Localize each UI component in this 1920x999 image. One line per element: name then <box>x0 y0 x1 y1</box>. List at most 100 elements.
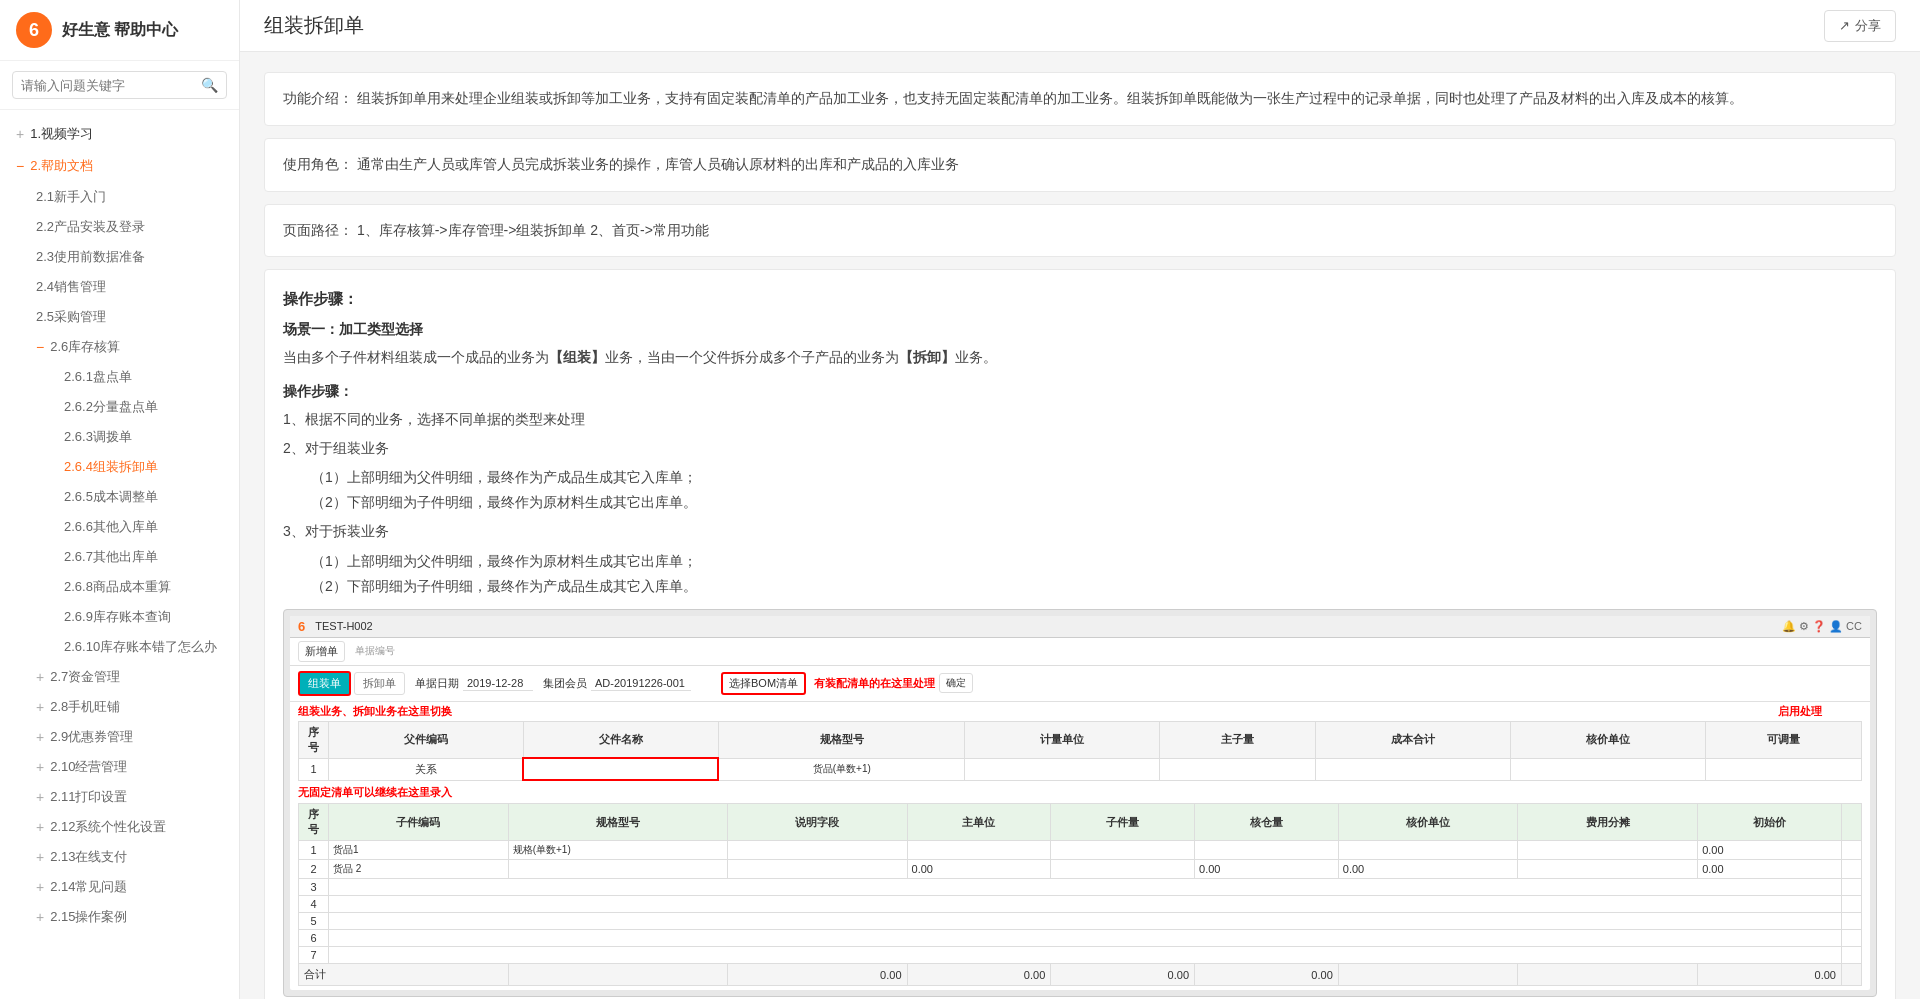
sub-cell-action[interactable] <box>1842 896 1862 913</box>
sidebar-item-splitcount[interactable]: 2.6.2分量盘点单 <box>56 392 239 422</box>
mock-ref-value[interactable]: AD-20191226-001 <box>591 676 691 691</box>
mock-nav-label: TEST-H002 <box>315 620 372 632</box>
sidebar-item-costadj[interactable]: 2.6.5成本调整单 <box>56 482 239 512</box>
sidebar-item-stockerror[interactable]: 2.6.10库存账本错了怎么办 <box>56 632 239 662</box>
mock-tab-docno[interactable]: 单据编号 <box>349 642 401 660</box>
sub-cell-action[interactable] <box>1842 879 1862 896</box>
sidebar-item-coupon[interactable]: + 2.9优惠券管理 <box>28 722 239 752</box>
cell-qty <box>1160 758 1316 780</box>
mock-type-btn-assembly[interactable]: 组装单 <box>298 671 351 696</box>
mock-date-value[interactable]: 2019-12-28 <box>463 676 533 691</box>
step3: 3、对于拆装业务 <box>283 519 1877 544</box>
sub-cell-action[interactable] <box>1842 947 1862 964</box>
sidebar-item-label: 2.6.4组装拆卸单 <box>64 458 158 476</box>
col-price-unit: 核价单位 <box>1511 721 1706 758</box>
table-row: 7 <box>299 947 1862 964</box>
sidebar-item-costcalc[interactable]: 2.6.8商品成本重算 <box>56 572 239 602</box>
sidebar-item-onlinepay[interactable]: + 2.13在线支付 <box>28 842 239 872</box>
col-spec: 规格型号 <box>718 721 965 758</box>
sidebar-item-data[interactable]: 2.3使用前数据准备 <box>28 242 239 272</box>
sidebar-item-label: 2.6.8商品成本重算 <box>64 578 171 596</box>
logo-icon: 6 <box>16 12 52 48</box>
footer-v8: 0.00 <box>1698 964 1842 986</box>
screenshot-inner: 6 TEST-H002 🔔 ⚙ ❓ 👤 CC 新增单 单据编号 <box>290 616 1870 991</box>
cell-avail <box>1705 758 1861 780</box>
logo-area: 6 好生意 帮助中心 <box>0 0 239 61</box>
sidebar-item-beginner[interactable]: 2.1新手入门 <box>28 182 239 212</box>
sub-col-action <box>1842 804 1862 841</box>
mock-lower-table-container: 无固定清单可以继续在这里录入 序号 子件编码 规格型号 说明字段 主单位 子件量 <box>298 785 1862 986</box>
sub-cell-alloc <box>1518 860 1698 879</box>
sub-cell-store <box>1195 841 1339 860</box>
mock-lower-table-header-row: 序号 子件编码 规格型号 说明字段 主单位 子件量 核仓量 核价单位 费用分摊 <box>299 804 1862 841</box>
search-box[interactable]: 🔍 <box>12 71 227 99</box>
sidebar-item-label: 2.6.2分量盘点单 <box>64 398 158 416</box>
mock-ref-field: 集团会员 AD-20191226-001 <box>543 676 691 691</box>
sidebar-item-help[interactable]: − 2.帮助文档 <box>0 150 239 182</box>
cell-unit <box>965 758 1160 780</box>
sidebar-item-customize[interactable]: + 2.12系统个性化设置 <box>28 812 239 842</box>
sidebar-subsub-inventory: 2.6.1盘点单 2.6.2分量盘点单 2.6.3调拨单 2.6.4组装拆卸单 … <box>28 362 239 662</box>
cell-price-unit <box>1511 758 1706 780</box>
mock-bom-area: 选择BOM清单 有装配清单的在这里处理 确定 <box>701 672 1862 695</box>
search-icon[interactable]: 🔍 <box>201 77 218 93</box>
sidebar-item-inventory[interactable]: − 2.6库存核算 <box>28 332 239 362</box>
sub-cell-unit <box>907 841 1051 860</box>
sidebar-item-assembly[interactable]: 2.6.4组装拆卸单 <box>56 452 239 482</box>
sub-cell-action[interactable] <box>1842 841 1862 860</box>
footer-v3: 0.00 <box>907 964 1051 986</box>
mock-date-label: 单据日期 <box>415 676 459 691</box>
sidebar-item-adjust[interactable]: 2.6.3调拨单 <box>56 422 239 452</box>
sidebar-item-print[interactable]: + 2.11打印设置 <box>28 782 239 812</box>
sidebar-item-faq[interactable]: + 2.14常见问题 <box>28 872 239 902</box>
sidebar-item-stockquery[interactable]: 2.6.9库存账本查询 <box>56 602 239 632</box>
plus-icon: + <box>36 699 44 715</box>
sidebar-item-mobile[interactable]: + 2.8手机旺铺 <box>28 692 239 722</box>
cell-parent-name[interactable] <box>523 758 718 780</box>
sidebar-item-otheroutbound[interactable]: 2.6.7其他出库单 <box>56 542 239 572</box>
sidebar-item-stockcount[interactable]: 2.6.1盘点单 <box>56 362 239 392</box>
sidebar-item-otherinbound[interactable]: 2.6.6其他入库单 <box>56 512 239 542</box>
sidebar-item-cases[interactable]: + 2.15操作案例 <box>28 902 239 932</box>
sub-cell-action[interactable] <box>1842 913 1862 930</box>
sub-cell-action[interactable] <box>1842 860 1862 879</box>
top-bar: 组装拆卸单 ↗ 分享 <box>240 0 1920 52</box>
plus-icon: + <box>36 729 44 745</box>
mock-confirm-btn[interactable]: 确定 <box>939 673 973 693</box>
mock-bom-select[interactable]: 选择BOM清单 <box>721 672 806 695</box>
share-icon: ↗ <box>1839 18 1850 33</box>
sub-cell-code: 货品1 <box>329 841 509 860</box>
sub-cell-empty <box>329 947 1842 964</box>
mock-tab-new[interactable]: 新增单 <box>298 641 345 662</box>
col-avail: 可调量 <box>1705 721 1861 758</box>
sidebar-item-purchase[interactable]: 2.5采购管理 <box>28 302 239 332</box>
mock-type-btn-disassembly[interactable]: 拆卸单 <box>354 672 405 695</box>
sidebar-item-ops[interactable]: + 2.10经营管理 <box>28 752 239 782</box>
mock-toolbar: 组装单 拆卸单 单据日期 2019-12-28 集团会员 AD-20191226… <box>290 666 1870 702</box>
cell-spec: 货品(单数+1) <box>718 758 965 780</box>
sidebar-item-label: 2.5采购管理 <box>36 308 106 326</box>
sidebar-item-label: 2.6.10库存账本错了怎么办 <box>64 638 217 656</box>
sidebar-item-label: 2.6.6其他入库单 <box>64 518 158 536</box>
mock-lower-table-header: 序号 子件编码 规格型号 说明字段 主单位 子件量 核仓量 核价单位 费用分摊 <box>299 804 1862 841</box>
sidebar-item-video[interactable]: + 1.视频学习 <box>0 118 239 150</box>
sub-col-qty: 子件量 <box>1051 804 1195 841</box>
sidebar-item-label: 2.帮助文档 <box>30 157 93 175</box>
mock-window-bar: 6 TEST-H002 🔔 ⚙ ❓ 👤 CC <box>290 616 1870 638</box>
sub-cell-action[interactable] <box>1842 930 1862 947</box>
sidebar-item-label: 2.9优惠券管理 <box>50 728 133 746</box>
share-button[interactable]: ↗ 分享 <box>1824 10 1896 42</box>
intro-text: 组装拆卸单用来处理企业组装或拆卸等加工业务，支持有固定装配清单的产品加工业务，也… <box>357 90 1743 106</box>
sub-cell-price: 0.00 <box>1338 860 1518 879</box>
sub-cell-desc <box>727 841 907 860</box>
mock-ref-label: 集团会员 <box>543 676 587 691</box>
table-row: 4 <box>299 896 1862 913</box>
mock-lower-table-body: 1 货品1 规格(单数+1) 0.00 <box>299 841 1862 964</box>
search-input[interactable] <box>21 78 201 93</box>
sidebar-item-sales[interactable]: 2.4销售管理 <box>28 272 239 302</box>
annotation-enable: 启用处理 <box>1778 704 1822 719</box>
sidebar-item-fund[interactable]: + 2.7资金管理 <box>28 662 239 692</box>
sidebar-item-install[interactable]: 2.2产品安装及登录 <box>28 212 239 242</box>
sub-cell-seq: 5 <box>299 913 329 930</box>
table-row: 2 货品 2 0.00 0.00 0.00 0.00 <box>299 860 1862 879</box>
